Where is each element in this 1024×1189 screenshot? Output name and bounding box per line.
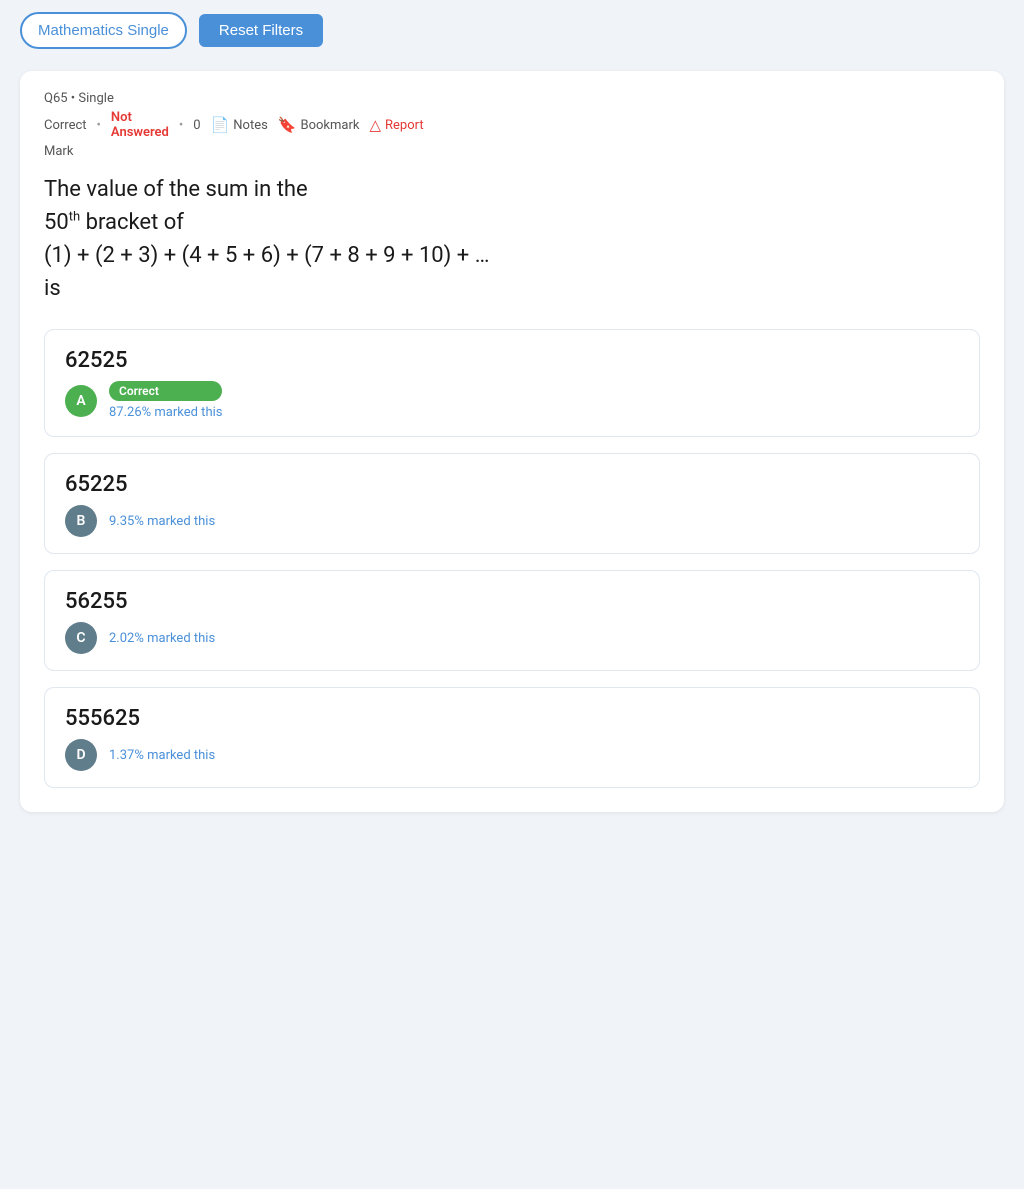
option-d-percent: 1.37% marked this	[109, 748, 215, 763]
notes-icon: 📄	[211, 116, 230, 134]
meta-line3: Mark	[44, 144, 980, 159]
option-card-c[interactable]: 56255 C 2.02% marked this	[44, 570, 980, 671]
bookmark-icon: 🔖	[278, 116, 297, 134]
option-a-row: A Correct 87.26% marked this	[65, 381, 959, 420]
warning-icon: △	[369, 116, 381, 134]
top-bar: Mathematics Single Reset Filters	[0, 0, 1024, 61]
question-id: Q65	[44, 91, 68, 106]
question-card: Q65 • Single Correct • Not Answered • 0 …	[20, 71, 1004, 812]
question-math: (1) + (2 + 3) + (4 + 5 + 6) + (7 + 8 + 9…	[44, 243, 489, 268]
option-a-percent: 87.26% marked this	[109, 405, 222, 420]
option-b-value: 65225	[65, 472, 959, 497]
option-c-percent: 2.02% marked this	[109, 631, 215, 646]
report-button[interactable]: △ Report	[369, 116, 423, 134]
subject-button[interactable]: Mathematics Single	[20, 12, 187, 49]
option-a-info: Correct 87.26% marked this	[109, 381, 222, 420]
option-b-percent: 9.35% marked this	[109, 514, 215, 529]
option-c-circle: C	[65, 622, 97, 654]
option-b-row: B 9.35% marked this	[65, 505, 959, 537]
correct-badge-a: Correct	[109, 381, 222, 401]
meta-line2: Correct • Not Answered • 0 📄 Notes 🔖 Boo…	[44, 110, 980, 140]
options-list: 62525 A Correct 87.26% marked this 65225…	[44, 329, 980, 788]
option-card-b[interactable]: 65225 B 9.35% marked this	[44, 453, 980, 554]
not-answered-label: Not Answered	[111, 110, 169, 140]
meta-zero: 0	[193, 118, 200, 133]
question-type: Single	[78, 91, 113, 106]
option-d-info: 1.37% marked this	[109, 748, 215, 763]
notes-button[interactable]: 📄 Notes	[211, 116, 268, 134]
option-d-circle: D	[65, 739, 97, 771]
bookmark-button[interactable]: 🔖 Bookmark	[278, 116, 360, 134]
option-c-info: 2.02% marked this	[109, 631, 215, 646]
option-c-row: C 2.02% marked this	[65, 622, 959, 654]
main-container: Q65 • Single Correct • Not Answered • 0 …	[0, 61, 1024, 822]
question-text-line2: 50th bracket of	[44, 210, 184, 235]
question-text-line1: The value of the sum in the	[44, 177, 308, 202]
option-b-circle: B	[65, 505, 97, 537]
question-meta: Q65 • Single Correct • Not Answered • 0 …	[44, 91, 980, 159]
option-d-value: 555625	[65, 706, 959, 731]
option-c-value: 56255	[65, 589, 959, 614]
option-card-d[interactable]: 555625 D 1.37% marked this	[44, 687, 980, 788]
reset-filters-button[interactable]: Reset Filters	[199, 14, 323, 47]
question-body: The value of the sum in the 50th bracket…	[44, 173, 980, 305]
option-b-info: 9.35% marked this	[109, 514, 215, 529]
option-a-circle: A	[65, 385, 97, 417]
option-d-row: D 1.37% marked this	[65, 739, 959, 771]
meta-line1: Q65 • Single	[44, 91, 980, 106]
correct-label: Correct	[44, 118, 87, 133]
question-is: is	[44, 276, 61, 301]
option-a-value: 62525	[65, 348, 959, 373]
option-card-a[interactable]: 62525 A Correct 87.26% marked this	[44, 329, 980, 437]
